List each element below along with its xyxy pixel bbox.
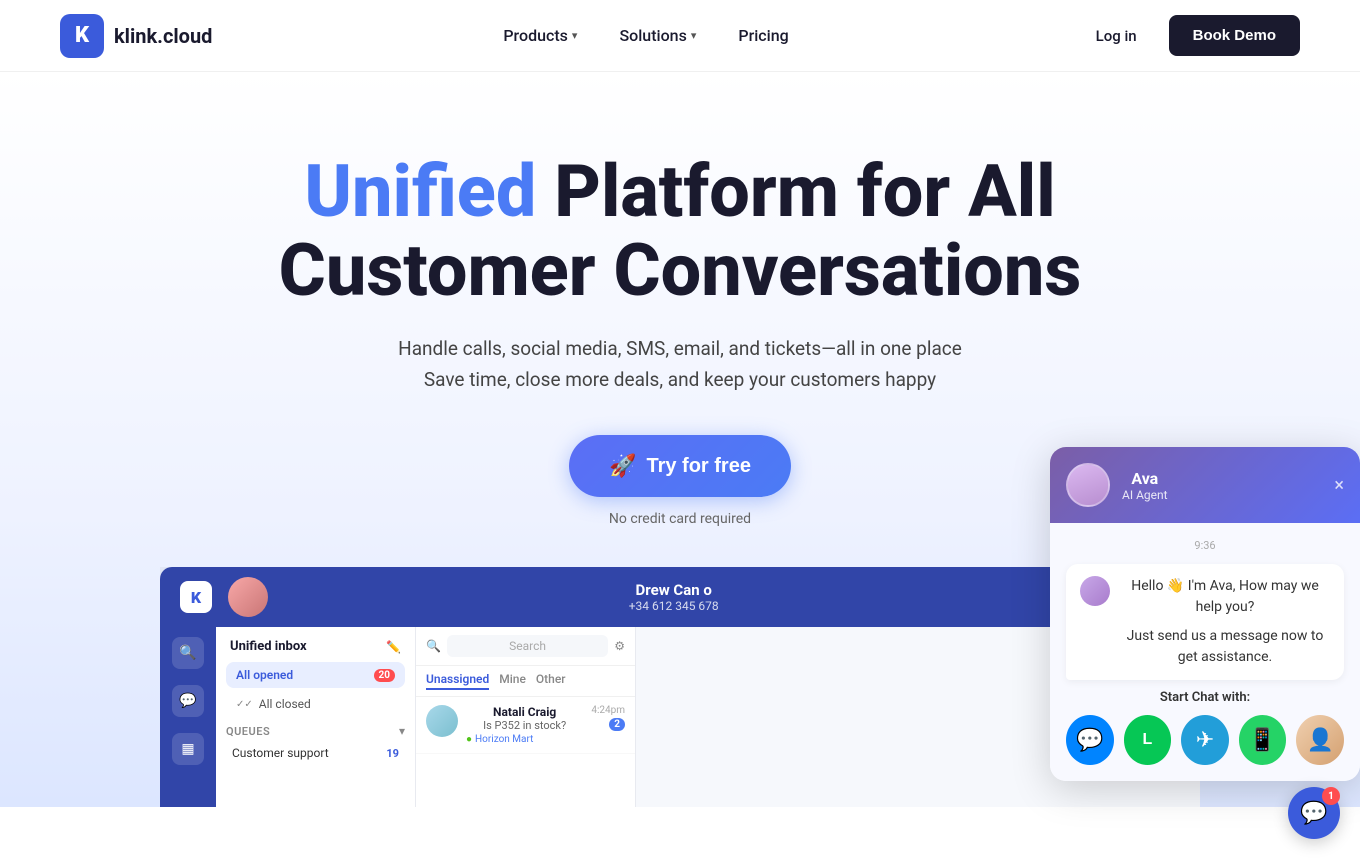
chat-header: Ava AI Agent × [1050,447,1360,523]
caller-name: Drew Can o [284,581,1063,599]
all-opened-label: All opened [236,668,293,682]
chevron-down-icon: ▾ [691,29,697,42]
caller-info: Drew Can o +34 612 345 678 [284,581,1063,613]
chat-bubble: Hello 👋 I'm Ava, How may we help you? Ju… [1066,564,1344,680]
inbox-title-text: Unified inbox [230,639,307,654]
chat-float-button[interactable]: 💬 1 [1288,787,1340,839]
nav-solutions-label: Solutions [619,26,686,45]
conv-contact-name: Natali Craig [466,705,583,719]
chat-agent-info: Ava AI Agent [1122,469,1168,502]
all-closed-label: All closed [259,697,311,711]
nav-pricing-label: Pricing [738,26,788,45]
logo-icon: K [60,14,104,58]
caller-number: +34 612 345 678 [284,599,1063,613]
conversation-panel: 🔍 Search ⚙ Unassigned Mine Other [416,627,636,807]
queues-section: Queues ▾ [226,724,405,738]
tab-mine[interactable]: Mine [499,672,526,690]
login-button[interactable]: Log in [1080,19,1153,53]
nav-solutions[interactable]: Solutions ▾ [603,18,712,53]
channel-line-button[interactable]: L [1124,715,1172,765]
hero-subtitle-line1: Handle calls, social media, SMS, email, … [398,337,962,360]
tab-unassigned[interactable]: Unassigned [426,672,489,690]
chat-body: 9:36 Hello 👋 I'm Ava, How may we help yo… [1050,523,1360,781]
channel-messenger-button[interactable]: 💬 [1066,715,1114,765]
chat-agent-name: Ava [1122,469,1168,488]
queue-count: 19 [386,747,399,760]
call-bar-logo: K [180,581,212,613]
queue-name: Customer support [232,746,329,760]
nav-products-label: Products [503,26,568,45]
hero-title-accent: Unified [304,149,536,234]
chat-agent-role: AI Agent [1122,488,1168,502]
conv-tabs: Unassigned Mine Other [416,666,635,697]
chat-widget: Ava AI Agent × 9:36 Hello 👋 I'm Ava, How… [1050,447,1360,781]
chat-float-icon: 💬 [1300,801,1327,826]
chat-bubble-text: Hello 👋 I'm Ava, How may we help you? Ju… [1120,576,1330,668]
sidebar-icons: 🔍 💬 ▦ [160,627,216,807]
sidebar-grid-icon[interactable]: ▦ [172,733,204,765]
rocket-icon: 🚀 [609,453,636,479]
conv-meta: 4:24pm 2 [591,705,625,731]
conv-unread-badge: 2 [609,718,625,731]
channel-whatsapp-button[interactable]: 📱 [1239,715,1287,765]
all-closed-filter[interactable]: ✓✓ All closed [226,692,405,716]
chat-sub-greeting: Just send us a message now to get assist… [1120,626,1330,668]
inbox-panel: Unified inbox ✏️ All opened 20 ✓✓ All cl… [216,627,416,807]
hero-subtitle-line2: Save time, close more deals, and keep yo… [424,368,936,391]
hero-title: Unified Platform for All Customer Conver… [230,152,1130,310]
chevron-down-icon: ▾ [572,29,578,42]
chat-start-label: Start Chat with: [1066,690,1344,705]
cta-label: Try for free [646,455,750,478]
conv-last-message: Is P352 in stock? [466,719,583,732]
nav-links: Products ▾ Solutions ▾ Pricing [487,18,804,53]
caller-avatar [228,577,268,617]
filter-icon[interactable]: ⚙ [614,639,625,653]
call-bar: K Drew Can o +34 612 345 678 Ringing [160,567,1200,627]
queue-list-item[interactable]: Customer support 19 [226,742,405,764]
queues-label: Queues [226,725,270,738]
dashboard-body: 🔍 💬 ▦ Unified inbox ✏️ All opened 20 [160,627,1200,807]
conversation-item[interactable]: Natali Craig Is P352 in stock? ● Horizon… [416,697,635,754]
sidebar-chat-icon[interactable]: 💬 [172,685,204,717]
sidebar-search-icon[interactable]: 🔍 [172,637,204,669]
channel-agent-button[interactable]: 👤 [1296,715,1344,765]
nav-products[interactable]: Products ▾ [487,18,593,53]
conv-channel: ● Horizon Mart [466,734,583,745]
chat-avatar-inner [1068,465,1108,505]
conv-time: 4:24pm [591,705,625,716]
nav-actions: Log in Book Demo [1080,15,1300,56]
logo-text: klink.cloud [114,24,212,48]
chat-float-badge: 1 [1322,787,1340,805]
edit-icon[interactable]: ✏️ [386,640,401,654]
chat-close-button[interactable]: × [1334,475,1344,496]
chat-agent-avatar [1066,463,1110,507]
chat-channels: 💬 L ✈ 📱 👤 [1066,715,1344,765]
book-demo-button[interactable]: Book Demo [1169,15,1300,56]
try-for-free-button[interactable]: 🚀 Try for free [569,435,791,497]
hero-subtitle: Handle calls, social media, SMS, email, … [40,334,1320,395]
conv-search-bar: 🔍 Search ⚙ [416,627,635,666]
inbox-title: Unified inbox ✏️ [216,639,415,662]
logo[interactable]: K klink.cloud [60,14,212,58]
chat-greeting: Hello 👋 I'm Ava, How may we help you? [1120,576,1330,618]
dashboard-frame: K Drew Can o +34 612 345 678 Ringing 🔍 💬… [160,567,1200,807]
navbar: K klink.cloud Products ▾ Solutions ▾ Pri… [0,0,1360,72]
hero-section: Unified Platform for All Customer Conver… [0,72,1360,807]
search-icon: 🔍 [426,639,441,653]
chat-timestamp: 9:36 [1066,539,1344,552]
all-opened-badge: 20 [374,669,395,682]
all-opened-filter[interactable]: All opened 20 [226,662,405,688]
conv-avatar [426,705,458,737]
nav-pricing[interactable]: Pricing [722,18,804,53]
search-input[interactable]: Search [447,635,608,657]
tab-other[interactable]: Other [536,672,566,690]
dashboard-preview: K Drew Can o +34 612 345 678 Ringing 🔍 💬… [160,567,1200,807]
channel-telegram-button[interactable]: ✈ [1181,715,1229,765]
queues-toggle[interactable]: ▾ [399,724,405,738]
conv-info: Natali Craig Is P352 in stock? ● Horizon… [466,705,583,745]
chat-bubble-avatar [1080,576,1110,606]
